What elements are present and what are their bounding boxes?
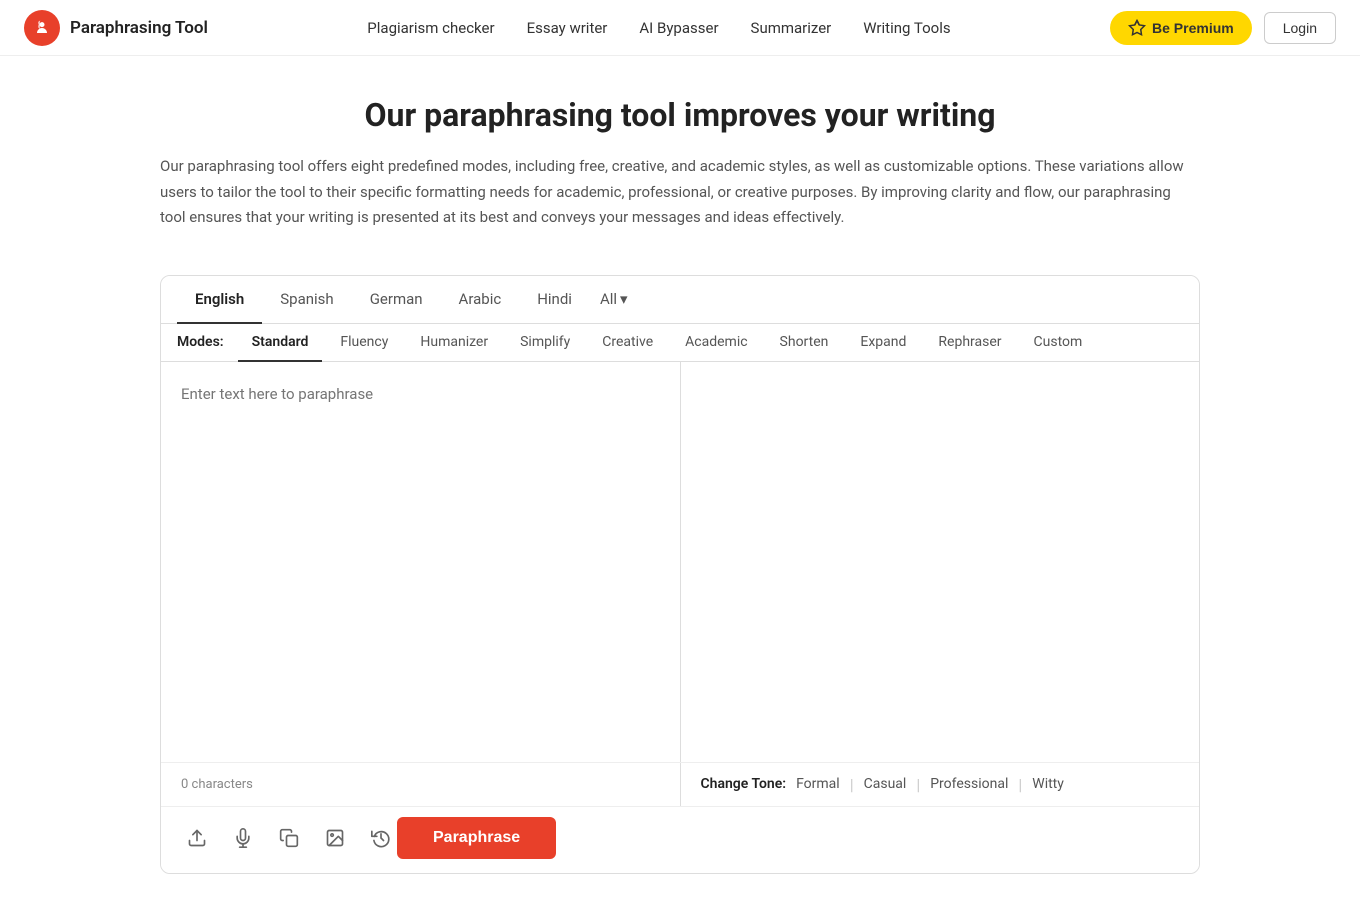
mode-academic[interactable]: Academic: [671, 324, 761, 362]
tone-label: Change Tone:: [701, 776, 787, 792]
char-count-bar: 0 characters: [161, 763, 681, 806]
mode-rephraser[interactable]: Rephraser: [924, 324, 1015, 362]
lang-tab-hindi[interactable]: Hindi: [519, 276, 590, 324]
mode-expand[interactable]: Expand: [846, 324, 920, 362]
nav-ai-bypasser[interactable]: AI Bypasser: [639, 19, 718, 37]
login-button[interactable]: Login: [1264, 12, 1336, 44]
paraphrase-input[interactable]: [161, 362, 680, 762]
mode-shorten[interactable]: Shorten: [766, 324, 843, 362]
tone-formal[interactable]: Formal: [796, 776, 840, 792]
tone-bar: Change Tone: Formal | Casual | Professio…: [681, 763, 1200, 806]
editor-right-panel: [681, 362, 1200, 762]
paraphrase-button[interactable]: Paraphrase: [397, 817, 556, 859]
mode-fluency[interactable]: Fluency: [326, 324, 402, 362]
hero-title: Our paraphrasing tool improves your writ…: [20, 96, 1340, 134]
mode-custom[interactable]: Custom: [1020, 324, 1097, 362]
icon-group: [181, 822, 397, 854]
bottom-section: 0 characters Change Tone: Formal | Casua…: [161, 762, 1199, 806]
premium-button[interactable]: Be Premium: [1110, 11, 1252, 45]
editor-left-panel: [161, 362, 681, 762]
lang-tab-english[interactable]: English: [177, 276, 262, 324]
logo-icon: [24, 10, 60, 46]
mode-simplify[interactable]: Simplify: [506, 324, 584, 362]
copy-icon[interactable]: [273, 822, 305, 854]
char-count: 0 characters: [181, 777, 253, 792]
lang-tab-german[interactable]: German: [352, 276, 441, 324]
premium-icon: [1128, 19, 1146, 37]
hero-section: Our paraphrasing tool improves your writ…: [0, 56, 1360, 251]
tool-container: English Spanish German Arabic Hindi All …: [80, 275, 1280, 874]
mode-standard[interactable]: Standard: [238, 324, 323, 362]
navbar-logo-area: Paraphrasing Tool: [24, 10, 208, 46]
image-icon[interactable]: [319, 822, 351, 854]
nav-writing-tools[interactable]: Writing Tools: [863, 19, 950, 37]
action-bar: Paraphrase: [161, 806, 1199, 873]
tone-professional[interactable]: Professional: [930, 776, 1008, 792]
navbar-nav: Plagiarism checker Essay writer AI Bypas…: [367, 19, 950, 37]
paraphrase-output: [681, 362, 1200, 762]
microphone-icon[interactable]: [227, 822, 259, 854]
upload-icon[interactable]: [181, 822, 213, 854]
editor-row: [161, 362, 1199, 762]
lang-tab-all[interactable]: All ▾: [590, 276, 638, 322]
navbar-actions: Be Premium Login: [1110, 11, 1336, 45]
nav-summarizer[interactable]: Summarizer: [751, 19, 832, 37]
navbar: Paraphrasing Tool Plagiarism checker Ess…: [0, 0, 1360, 56]
tool-box: English Spanish German Arabic Hindi All …: [160, 275, 1200, 874]
nav-essay-writer[interactable]: Essay writer: [527, 19, 608, 37]
language-tabs: English Spanish German Arabic Hindi All …: [161, 276, 1199, 324]
hero-description: Our paraphrasing tool offers eight prede…: [160, 154, 1200, 231]
logo-text: Paraphrasing Tool: [70, 18, 208, 38]
nav-plagiarism-checker[interactable]: Plagiarism checker: [367, 19, 494, 37]
lang-tab-spanish[interactable]: Spanish: [262, 276, 351, 324]
mode-creative[interactable]: Creative: [588, 324, 667, 362]
mode-humanizer[interactable]: Humanizer: [406, 324, 502, 362]
lang-tab-arabic[interactable]: Arabic: [441, 276, 520, 324]
tone-witty[interactable]: Witty: [1032, 776, 1064, 792]
history-icon[interactable]: [365, 822, 397, 854]
modes-label: Modes:: [177, 334, 224, 350]
chevron-down-icon: ▾: [620, 290, 628, 308]
tone-casual[interactable]: Casual: [864, 776, 907, 792]
modes-bar: Modes: Standard Fluency Humanizer Simpli…: [161, 324, 1199, 362]
